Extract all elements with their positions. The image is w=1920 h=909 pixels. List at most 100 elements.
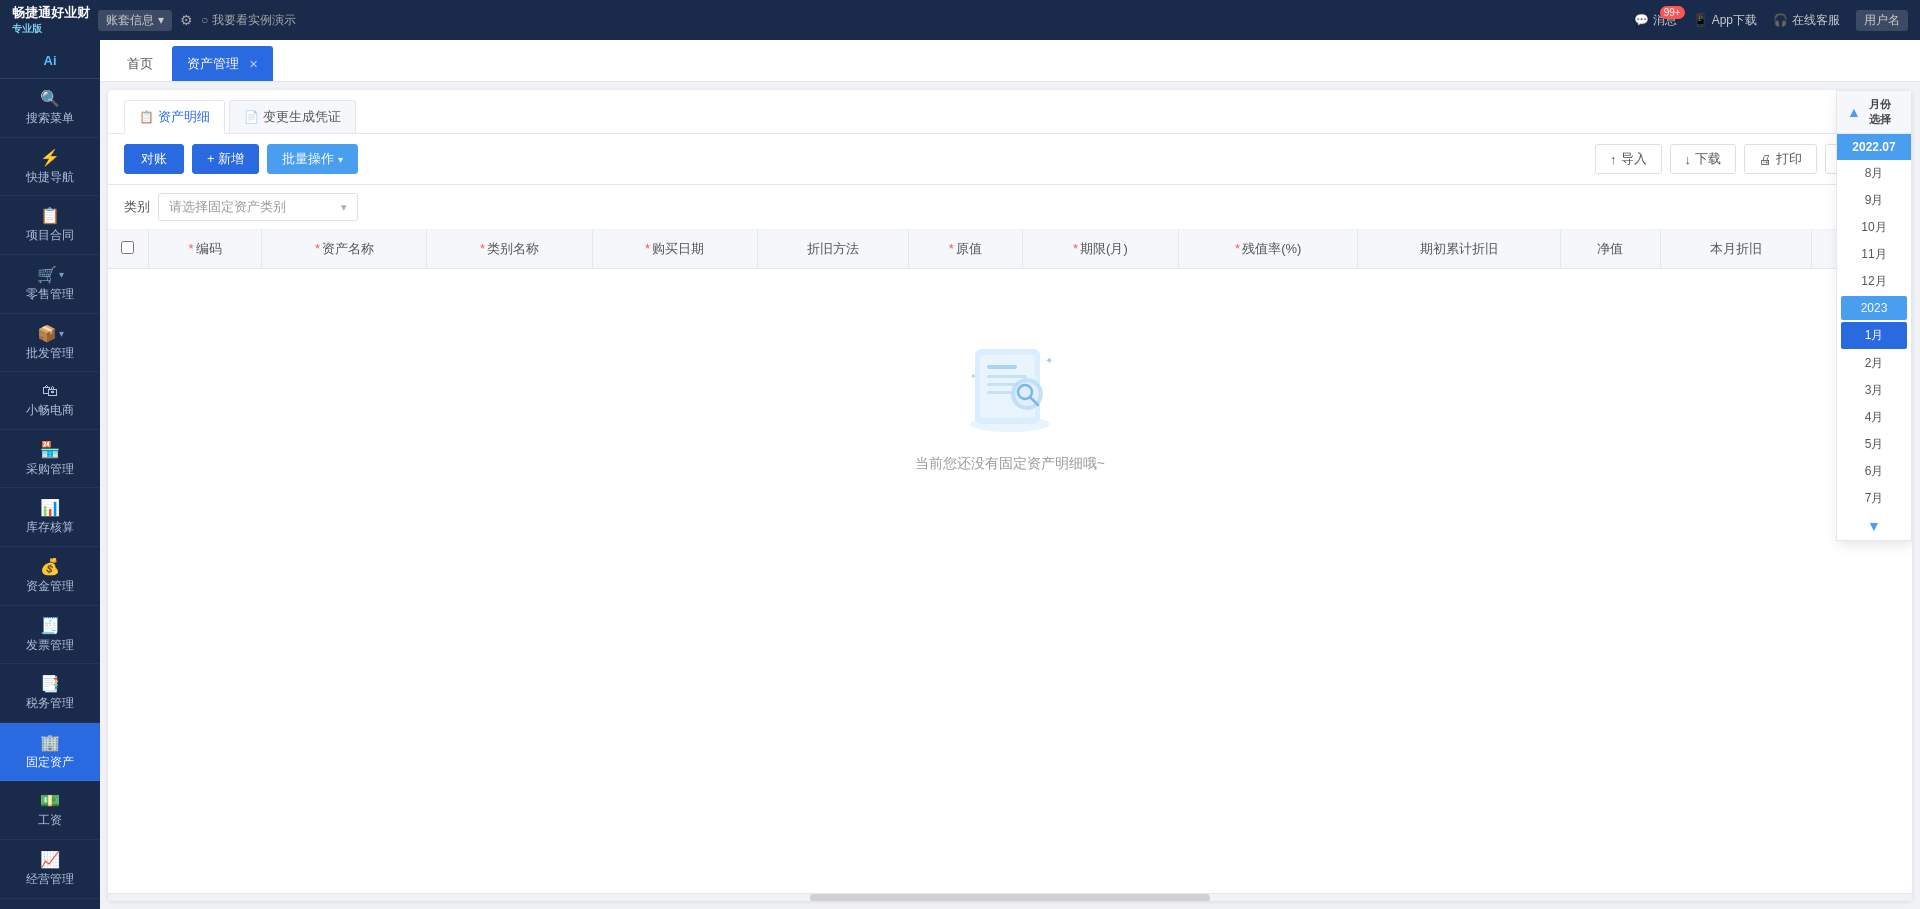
- batch-mgmt-arrow: ▾: [59, 328, 64, 339]
- month-panel: ▲ 月份选择 2022.07 8月 9月 10月 11月 12月 2023 1月…: [1836, 90, 1912, 541]
- purchase-mgmt-icon: 🏪: [40, 440, 60, 459]
- th-period: *期限(月): [1022, 230, 1179, 269]
- main-content: 首页 资产管理 ✕ 📋 资产明细 📄 变更生成凭证: [100, 40, 1920, 909]
- change-voucher-icon: 📄: [244, 110, 259, 124]
- download-button[interactable]: ↓ 下载: [1670, 144, 1737, 174]
- search-menu-icon: 🔍: [40, 89, 60, 108]
- reconcile-button[interactable]: 对账: [124, 144, 184, 174]
- tab-close-icon[interactable]: ✕: [249, 58, 258, 70]
- sidebar-item-quick-nav[interactable]: ⚡ 快捷导航: [0, 138, 100, 197]
- scrollbar-thumb[interactable]: [810, 894, 1210, 901]
- operation-mgmt-icon: 📈: [40, 850, 60, 869]
- sidebar-item-project-contract[interactable]: 📋 项目合同: [0, 196, 100, 255]
- th-residual-rate: *残值率(%): [1179, 230, 1358, 269]
- month-nav-down[interactable]: ▼: [1837, 512, 1911, 540]
- sidebar-item-operation-mgmt[interactable]: 📈 经营管理: [0, 840, 100, 899]
- sidebar-item-tax-mgmt[interactable]: 📑 税务管理: [0, 664, 100, 723]
- month-item-6[interactable]: 6月: [1837, 458, 1911, 485]
- month-panel-header: ▲ 月份选择: [1837, 91, 1911, 134]
- svg-rect-6: [987, 391, 1012, 394]
- empty-text: 当前您还没有固定资产明细哦~: [915, 455, 1105, 473]
- salary-icon: 💵: [40, 791, 60, 810]
- headset-icon: 🎧: [1773, 13, 1788, 27]
- sub-tabs: 📋 资产明细 📄 变更生成凭证: [108, 90, 1912, 134]
- app-logo: 畅捷通好业财 专业版: [12, 4, 90, 36]
- sidebar-item-salary[interactable]: 💵 工资: [0, 781, 100, 840]
- sidebar-item-fund-mgmt[interactable]: 💰 资金管理: [0, 547, 100, 606]
- message-button[interactable]: 💬 消息 99+: [1634, 12, 1677, 29]
- fund-mgmt-icon: 💰: [40, 557, 60, 576]
- asset-detail-icon: 📋: [139, 110, 154, 124]
- import-button[interactable]: ↑ 导入: [1595, 144, 1662, 174]
- ecommerce-icon: 🛍: [42, 382, 58, 400]
- sidebar-item-purchase-mgmt[interactable]: 🏪 采购管理: [0, 430, 100, 489]
- th-asset-name: *资产名称: [262, 230, 427, 269]
- app-download-button[interactable]: 📱 App下载: [1693, 12, 1757, 29]
- month-item-7[interactable]: 7月: [1837, 485, 1911, 512]
- account-dropdown-icon: ▾: [158, 13, 164, 27]
- top-bar-left: 畅捷通好业财 专业版 账套信息 ▾ ⚙ ○ 我要看实例演示: [12, 4, 296, 36]
- th-net-value: 净值: [1560, 230, 1660, 269]
- month-item-5[interactable]: 5月: [1837, 431, 1911, 458]
- sidebar-item-retail-mgmt[interactable]: 🛒 ▾ 零售管理: [0, 255, 100, 314]
- settings-icon[interactable]: ⚙: [180, 12, 193, 28]
- page-content: 📋 资产明细 📄 变更生成凭证 对账 + 新增 批量操作 ▾: [108, 90, 1912, 901]
- retail-mgmt-arrow: ▾: [59, 269, 64, 280]
- sidebar-item-general-ledger[interactable]: 📒 总账管理: [0, 899, 100, 910]
- sub-tab-asset-detail[interactable]: 📋 资产明细: [124, 100, 225, 134]
- user-info[interactable]: 用户名: [1856, 10, 1908, 31]
- quick-nav-icon: ⚡: [40, 148, 60, 167]
- month-item-11[interactable]: 11月: [1837, 241, 1911, 268]
- select-all-checkbox[interactable]: [121, 241, 134, 254]
- th-category-name: *类别名称: [427, 230, 592, 269]
- print-button[interactable]: 🖨 打印: [1744, 144, 1817, 174]
- nav-tabs: 首页 资产管理 ✕: [100, 40, 1920, 82]
- import-icon: ↑: [1610, 152, 1617, 167]
- sidebar-item-ecommerce[interactable]: 🛍 小畅电商: [0, 372, 100, 430]
- add-button[interactable]: + 新增: [192, 144, 259, 174]
- sidebar-item-search-menu[interactable]: 🔍 搜索菜单: [0, 79, 100, 138]
- th-monthly-depreciation: 本月折旧: [1660, 230, 1811, 269]
- svg-rect-3: [987, 365, 1017, 369]
- category-placeholder: 请选择固定资产类别: [169, 198, 337, 216]
- category-select[interactable]: 请选择固定资产类别 ▾: [158, 193, 358, 221]
- month-nav-up[interactable]: ▲: [1843, 104, 1865, 120]
- sidebar-item-fixed-assets[interactable]: 🏢 固定资产: [0, 723, 100, 782]
- month-item-3[interactable]: 3月: [1837, 377, 1911, 404]
- batch-button[interactable]: 批量操作 ▾: [267, 144, 358, 174]
- tab-home[interactable]: 首页: [112, 46, 168, 81]
- batch-mgmt-icon: 📦: [37, 324, 57, 343]
- table-container: *编码 *资产名称 *类别名称 *购买日期 折旧方法 *原值 *期限(月) *残…: [108, 230, 1912, 893]
- table-body: ✦ ✦ · 当前您还没有固定资产明细哦~: [108, 269, 1912, 534]
- account-selector[interactable]: 账套信息 ▾: [98, 10, 172, 31]
- th-accumulated-depreciation: 期初累计折旧: [1358, 230, 1560, 269]
- batch-dropdown-icon: ▾: [338, 154, 343, 165]
- sidebar-item-inventory-mgmt[interactable]: 📊 库存核算: [0, 488, 100, 547]
- svg-text:·: ·: [1055, 378, 1057, 385]
- month-item-1[interactable]: 1月: [1841, 322, 1907, 349]
- month-item-9[interactable]: 9月: [1837, 187, 1911, 214]
- th-depreciation-method: 折旧方法: [757, 230, 908, 269]
- month-item-8[interactable]: 8月: [1837, 160, 1911, 187]
- inventory-mgmt-icon: 📊: [40, 498, 60, 517]
- table-header: *编码 *资产名称 *类别名称 *购买日期 折旧方法 *原值 *期限(月) *残…: [108, 230, 1912, 269]
- bottom-scrollbar[interactable]: [108, 893, 1912, 901]
- app-body: Ai 🔍 搜索菜单 ⚡ 快捷导航 📋 项目合同 🛒 ▾ 零售管理 📦 ▾ 批: [0, 40, 1920, 909]
- month-item-4[interactable]: 4月: [1837, 404, 1911, 431]
- svg-rect-4: [987, 375, 1027, 378]
- month-item-2[interactable]: 2月: [1837, 350, 1911, 377]
- asset-table: *编码 *资产名称 *类别名称 *购买日期 折旧方法 *原值 *期限(月) *残…: [108, 230, 1912, 533]
- print-icon: 🖨: [1759, 152, 1772, 167]
- sub-tab-change-voucher[interactable]: 📄 变更生成凭证: [229, 100, 356, 133]
- category-filter: 类别 请选择固定资产类别 ▾: [108, 185, 1912, 230]
- online-service-button[interactable]: 🎧 在线客服: [1773, 12, 1840, 29]
- demo-link[interactable]: ○ 我要看实例演示: [201, 12, 296, 29]
- svg-text:✦: ✦: [970, 372, 977, 381]
- tab-asset-mgmt[interactable]: 资产管理 ✕: [172, 46, 273, 81]
- month-item-12[interactable]: 12月: [1837, 268, 1911, 295]
- empty-illustration: ✦ ✦ ·: [945, 329, 1075, 439]
- month-item-10[interactable]: 10月: [1837, 214, 1911, 241]
- current-period[interactable]: 2022.07: [1837, 134, 1911, 160]
- sidebar-item-invoice-mgmt[interactable]: 🧾 发票管理: [0, 606, 100, 665]
- sidebar-item-batch-mgmt[interactable]: 📦 ▾ 批发管理: [0, 314, 100, 373]
